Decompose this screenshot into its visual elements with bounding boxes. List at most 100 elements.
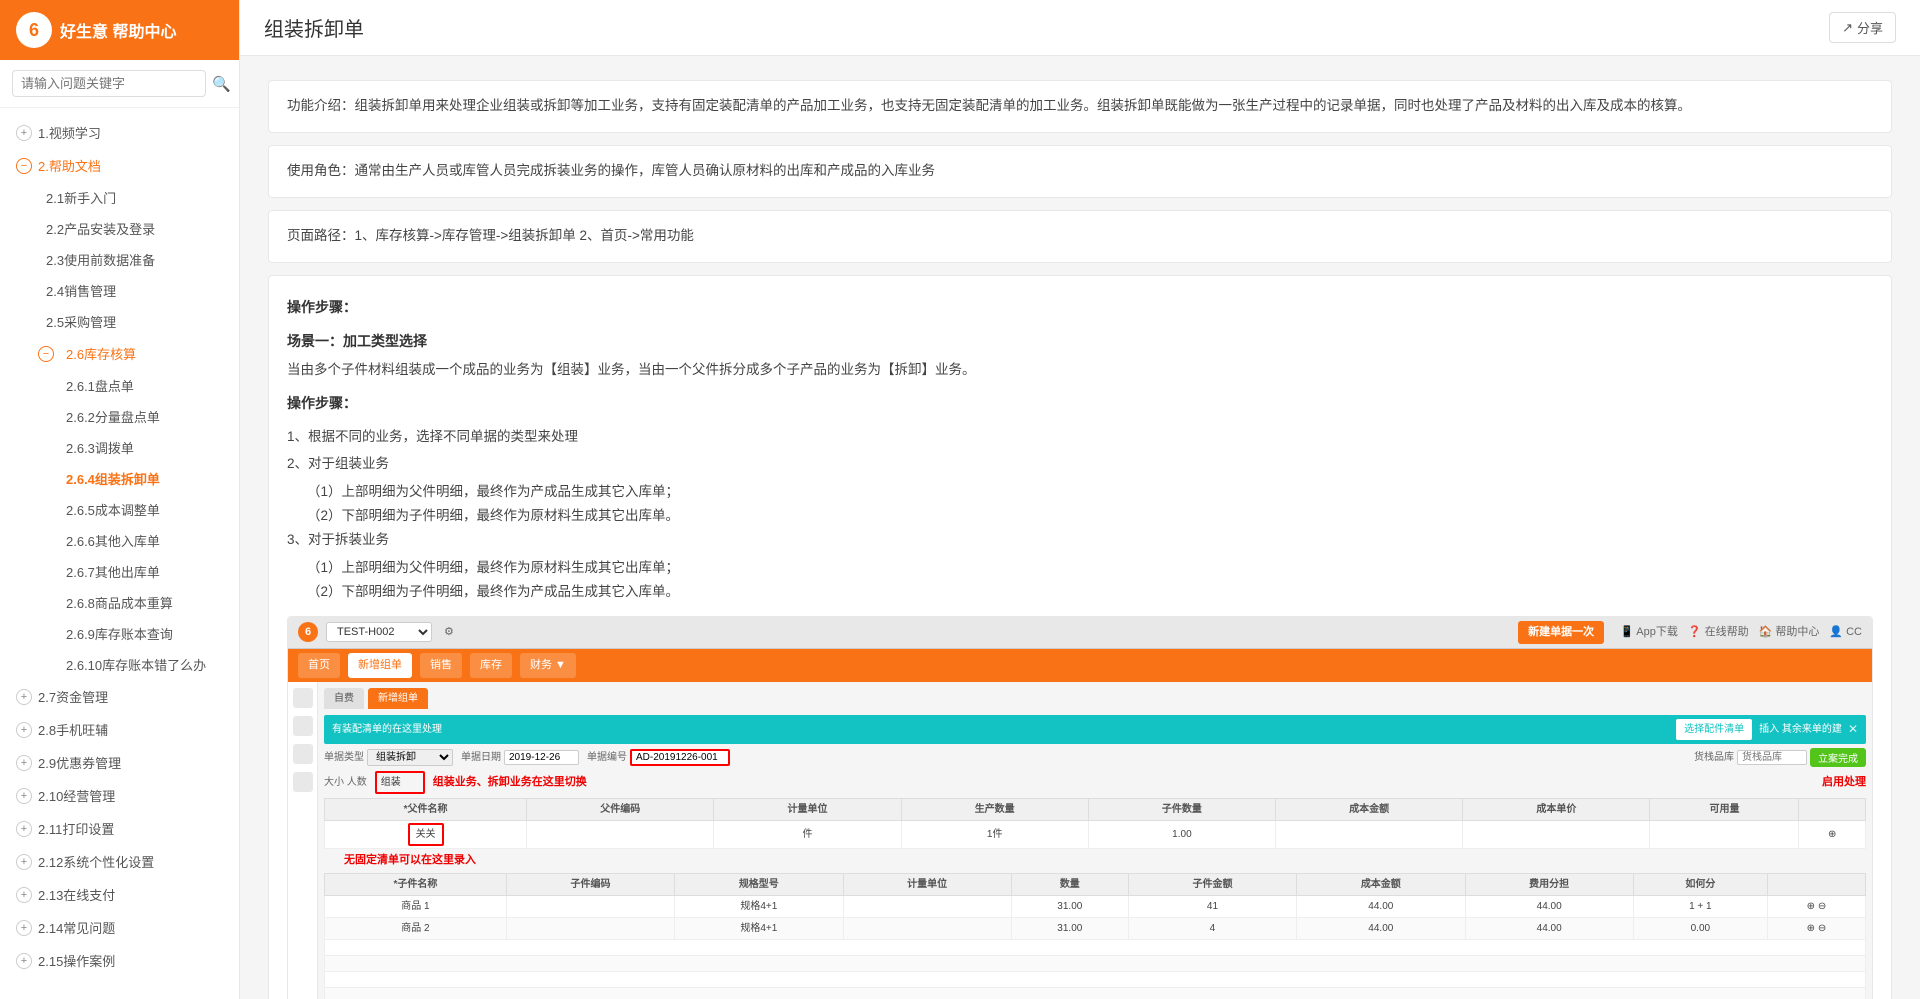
mock-th-cost-price: 成本单价 — [1463, 798, 1650, 820]
mock-child-code-2 — [506, 918, 674, 940]
search-input[interactable] — [12, 70, 206, 97]
mock-nav-finance[interactable]: 财务 ▼ — [520, 653, 576, 678]
mock-document-body: 自费 新增组单 有装配清单的在这里处理 选择配件清单 插入 其余来单的建 ✕ — [318, 682, 1872, 999]
sidebar-item-assembly[interactable]: 2.6.4组装拆卸单 — [58, 463, 239, 494]
mock-th-child-code: 子件编码 — [506, 874, 674, 896]
sidebar-item-video-learning[interactable]: + 1.视频学习 — [0, 116, 239, 149]
mock-child-cost-2: 44.00 — [1297, 918, 1465, 940]
mock-nav-home[interactable]: 首页 — [298, 653, 340, 678]
mock-nav-inventory[interactable]: 库存 — [470, 653, 512, 678]
mock-close-icon[interactable]: ✕ — [1848, 719, 1858, 739]
mock-child-row-1: 商品 1 规格4+1 31.00 41 44.00 44.00 1 + 1 — [325, 896, 1866, 918]
mock-nav-purchase[interactable]: 新增组单 — [348, 653, 412, 678]
mock-child-qty-2: 31.00 — [1011, 918, 1128, 940]
mock-parent-table: *父件名称 父件编码 计量单位 生产数量 子件数量 成本金额 成本单价 可用量 — [324, 798, 1866, 849]
step2: 2、对于组装业务 — [287, 453, 1873, 476]
mock-parent-row-1: 关关 件 1件 1.00 ⊕ — [325, 820, 1866, 848]
mock-annotation-enable: 启用处理 — [1822, 773, 1866, 792]
search-icon[interactable]: 🔍 — [212, 75, 231, 93]
sidebar-item-ledger-fix[interactable]: 2.6.10库存账本错了么办 — [58, 649, 239, 680]
mock-process-select-highlighted[interactable]: 组装 — [375, 771, 425, 794]
mock-th-parent-name: *父件名称 — [325, 798, 527, 820]
mock-annotation-switch: 组装业务、拆卸业务在这里切换 — [433, 773, 587, 792]
mock-child-row-2: 商品 2 规格4+1 31.00 4 44.00 44.00 0.00 — [325, 918, 1866, 940]
mock-user-icon: 👤 CC — [1829, 623, 1862, 642]
expand-icon: + — [16, 887, 32, 903]
main-area: 组装拆卸单 ↗ 分享 功能介绍：组装拆卸单用来处理企业组装或拆卸等加工业务，支持… — [240, 0, 1920, 999]
step3: 3、对于拆装业务 — [287, 529, 1873, 552]
mock-company-select[interactable]: TEST-H002 — [326, 622, 432, 642]
sidebar-item-online-pay[interactable]: + 2.13在线支付 — [0, 878, 239, 911]
mock-date-input[interactable] — [504, 750, 579, 765]
sidebar-item-newcomer[interactable]: 2.1新手入门 — [38, 182, 239, 213]
mock-child-cost-1: 44.00 — [1297, 896, 1465, 918]
mock-content-area: 自费 新增组单 有装配清单的在这里处理 选择配件清单 插入 其余来单的建 ✕ — [288, 682, 1872, 999]
sidebar-item-ledger[interactable]: 2.6.9库存账本查询 — [58, 618, 239, 649]
mock-child-how-2: 0.00 — [1633, 918, 1767, 940]
sidebar-item-cases[interactable]: + 2.15操作案例 — [0, 944, 239, 977]
mock-teal-btn-extra[interactable]: 插入 其余来单的建 — [1759, 721, 1842, 738]
mock-sidebar-icon-1 — [293, 688, 313, 708]
mock-field-type: 单据类型 组装拆卸 — [324, 749, 453, 766]
sidebar-item-coupon[interactable]: + 2.9优惠券管理 — [0, 746, 239, 779]
sidebar-item-other-out[interactable]: 2.6.7其他出库单 — [58, 556, 239, 587]
mock-th-prod-qty: 生产数量 — [901, 798, 1088, 820]
sidebar-item-faq[interactable]: + 2.14常见问题 — [0, 911, 239, 944]
mock-logo-icon: 6 — [298, 622, 318, 642]
mock-child-spec-2: 规格4+1 — [675, 918, 843, 940]
share-button[interactable]: ↗ 分享 — [1829, 12, 1896, 43]
mock-th-available: 可用量 — [1650, 798, 1799, 820]
mock-th-child-cost: 成本金额 — [1297, 874, 1465, 896]
role-block: 使用角色：通常由生产人员或库管人员完成拆装业务的操作，库管人员确认原材料的出库和… — [268, 145, 1892, 198]
sidebar-item-label: 2.8手机旺辅 — [38, 720, 108, 739]
sidebar-item-sales[interactable]: 2.4销售管理 — [38, 275, 239, 306]
mock-tab-new[interactable]: 新增组单 — [368, 688, 428, 709]
sidebar-item-mobile[interactable]: + 2.8手机旺辅 — [0, 713, 239, 746]
mock-child-row-3 — [325, 940, 1866, 956]
mock-warehouse-input[interactable] — [1737, 750, 1807, 765]
search-bar: 🔍 — [0, 60, 239, 108]
mock-center-icon: 🏠 帮助中心 — [1759, 623, 1820, 642]
sidebar-item-cost-recalc[interactable]: 2.6.8商品成本重算 — [58, 587, 239, 618]
intro-text: 功能介绍：组装拆卸单用来处理企业组装或拆卸等加工业务，支持有固定装配清单的产品加… — [287, 98, 1691, 113]
mock-sidebar-mini — [288, 682, 318, 999]
mock-bom-select-btn[interactable]: 选择配件清单 — [1675, 718, 1753, 741]
collapse-icon: − — [16, 158, 32, 174]
mock-teal-bar-text: 有装配清单的在这里处理 — [332, 721, 442, 738]
sidebar-item-personalize[interactable]: + 2.12系统个性化设置 — [0, 845, 239, 878]
mock-date-label: 单据日期 — [461, 749, 501, 766]
mock-th-child-name: *子件名称 — [325, 874, 507, 896]
sidebar-item-operation[interactable]: + 2.10经营管理 — [0, 779, 239, 812]
mock-th-cost-share: 费用分担 — [1465, 874, 1633, 896]
mock-type-select[interactable]: 组装拆卸 — [367, 749, 453, 766]
sidebar-item-label: 2.10经营管理 — [38, 786, 115, 805]
mock-new-doc-btn[interactable]: 新建单据一次 — [1518, 621, 1604, 644]
share-icon: ↗ — [1842, 20, 1853, 36]
sidebar-item-cost-adjust[interactable]: 2.6.5成本调整单 — [58, 494, 239, 525]
share-label: 分享 — [1857, 18, 1883, 37]
sidebar-item-partial-count[interactable]: 2.6.2分量盘点单 — [58, 401, 239, 432]
sidebar-item-inventory[interactable]: − 2.6库存核算 — [38, 337, 239, 370]
sidebar-item-help-docs[interactable]: − 2.帮助文档 — [0, 149, 239, 182]
mock-sidebar-icon-3 — [293, 744, 313, 764]
mock-no-input[interactable] — [630, 749, 730, 766]
sidebar-item-other-in[interactable]: 2.6.6其他入库单 — [58, 525, 239, 556]
mock-complete-btn[interactable]: 立案完成 — [1810, 748, 1866, 767]
sidebar-item-print[interactable]: + 2.11打印设置 — [0, 812, 239, 845]
mock-form-row: 单据类型 组装拆卸 单据日期 — [324, 748, 1866, 767]
sidebar-item-purchase[interactable]: 2.5采购管理 — [38, 306, 239, 337]
expand-icon: + — [16, 755, 32, 771]
mock-app-icon: 📱 App下载 — [1620, 623, 1678, 642]
mock-nav-sales[interactable]: 销售 — [420, 653, 462, 678]
mock-tab-self[interactable]: 自费 — [324, 688, 364, 709]
mock-field-no: 单据编号 — [587, 749, 730, 766]
scene1-steps-title: 操作步骤： — [287, 392, 1873, 416]
sidebar-item-label: 2.11打印设置 — [38, 819, 114, 838]
expand-icon: + — [16, 821, 32, 837]
sidebar-item-stock-count[interactable]: 2.6.1盘点单 — [58, 370, 239, 401]
sidebar-item-install[interactable]: 2.2产品安装及登录 — [38, 213, 239, 244]
sidebar-item-transfer[interactable]: 2.6.3调拨单 — [58, 432, 239, 463]
mock-th-cost-amt: 成本金额 — [1276, 798, 1463, 820]
sidebar-item-data-prep[interactable]: 2.3使用前数据准备 — [38, 244, 239, 275]
sidebar-item-capital[interactable]: + 2.7资金管理 — [0, 680, 239, 713]
